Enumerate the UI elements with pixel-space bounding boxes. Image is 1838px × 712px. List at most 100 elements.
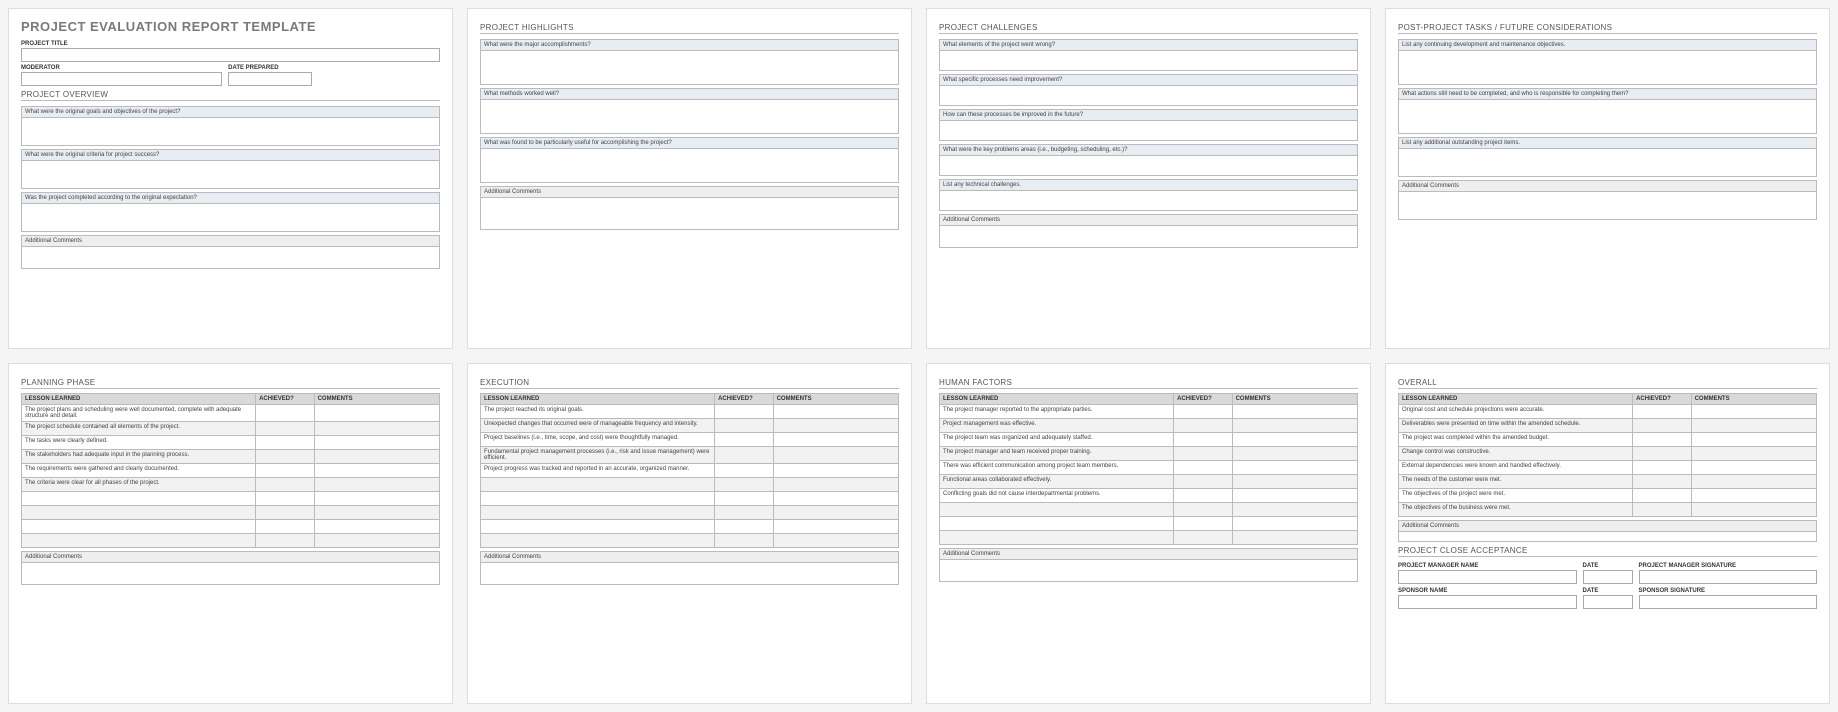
comments-cell[interactable] <box>773 433 898 447</box>
achieved-cell[interactable] <box>1633 489 1692 503</box>
achieved-cell[interactable] <box>256 478 315 492</box>
date-prepared-input[interactable] <box>228 72 312 86</box>
comments-cell[interactable] <box>773 405 898 419</box>
achieved-cell[interactable] <box>715 506 774 520</box>
achieved-cell[interactable] <box>715 520 774 534</box>
comments-cell[interactable] <box>1232 517 1357 531</box>
q-answer[interactable] <box>939 51 1358 71</box>
q-answer[interactable] <box>939 121 1358 141</box>
achieved-cell[interactable] <box>1174 489 1233 503</box>
comments-cell[interactable] <box>314 492 439 506</box>
achieved-cell[interactable] <box>256 436 315 450</box>
additional-comments-box[interactable] <box>21 247 440 269</box>
comments-cell[interactable] <box>1232 503 1357 517</box>
comments-cell[interactable] <box>773 464 898 478</box>
comments-cell[interactable] <box>1232 419 1357 433</box>
achieved-cell[interactable] <box>715 419 774 433</box>
comments-cell[interactable] <box>1232 531 1357 545</box>
comments-cell[interactable] <box>773 534 898 548</box>
achieved-cell[interactable] <box>715 405 774 419</box>
comments-cell[interactable] <box>314 506 439 520</box>
comments-cell[interactable] <box>773 478 898 492</box>
achieved-cell[interactable] <box>715 492 774 506</box>
comments-cell[interactable] <box>773 419 898 433</box>
achieved-cell[interactable] <box>256 464 315 478</box>
sponsor-sig-input[interactable] <box>1639 595 1818 609</box>
additional-comments-box[interactable] <box>1398 532 1817 542</box>
q-answer[interactable] <box>21 161 440 189</box>
q-answer[interactable] <box>1398 100 1817 134</box>
q-answer[interactable] <box>1398 51 1817 85</box>
q-answer[interactable] <box>939 191 1358 211</box>
additional-comments-box[interactable] <box>21 563 440 585</box>
comments-cell[interactable] <box>1232 461 1357 475</box>
achieved-cell[interactable] <box>1633 447 1692 461</box>
comments-cell[interactable] <box>1691 461 1816 475</box>
achieved-cell[interactable] <box>1174 461 1233 475</box>
comments-cell[interactable] <box>773 492 898 506</box>
q-answer[interactable] <box>480 100 899 134</box>
pm-sig-input[interactable] <box>1639 570 1818 584</box>
achieved-cell[interactable] <box>715 433 774 447</box>
comments-cell[interactable] <box>1232 433 1357 447</box>
achieved-cell[interactable] <box>1174 475 1233 489</box>
achieved-cell[interactable] <box>715 534 774 548</box>
comments-cell[interactable] <box>1691 503 1816 517</box>
comments-cell[interactable] <box>1691 447 1816 461</box>
achieved-cell[interactable] <box>1174 517 1233 531</box>
additional-comments-box[interactable] <box>480 198 899 230</box>
comments-cell[interactable] <box>1232 489 1357 503</box>
achieved-cell[interactable] <box>715 464 774 478</box>
q-answer[interactable] <box>939 156 1358 176</box>
achieved-cell[interactable] <box>1174 503 1233 517</box>
achieved-cell[interactable] <box>256 492 315 506</box>
comments-cell[interactable] <box>314 464 439 478</box>
comments-cell[interactable] <box>1691 419 1816 433</box>
additional-comments-box[interactable] <box>480 563 899 585</box>
comments-cell[interactable] <box>1691 475 1816 489</box>
achieved-cell[interactable] <box>1174 405 1233 419</box>
q-answer[interactable] <box>21 118 440 146</box>
achieved-cell[interactable] <box>1174 447 1233 461</box>
comments-cell[interactable] <box>314 534 439 548</box>
achieved-cell[interactable] <box>256 534 315 548</box>
sponsor-date-input[interactable] <box>1583 595 1633 609</box>
achieved-cell[interactable] <box>1174 531 1233 545</box>
achieved-cell[interactable] <box>1633 475 1692 489</box>
comments-cell[interactable] <box>1691 405 1816 419</box>
comments-cell[interactable] <box>773 447 898 464</box>
pm-date-input[interactable] <box>1583 570 1633 584</box>
achieved-cell[interactable] <box>1633 419 1692 433</box>
achieved-cell[interactable] <box>1174 433 1233 447</box>
achieved-cell[interactable] <box>1174 419 1233 433</box>
comments-cell[interactable] <box>314 405 439 422</box>
comments-cell[interactable] <box>1232 447 1357 461</box>
achieved-cell[interactable] <box>1633 461 1692 475</box>
additional-comments-box[interactable] <box>1398 192 1817 220</box>
achieved-cell[interactable] <box>715 447 774 464</box>
achieved-cell[interactable] <box>1633 503 1692 517</box>
comments-cell[interactable] <box>1691 433 1816 447</box>
comments-cell[interactable] <box>314 422 439 436</box>
achieved-cell[interactable] <box>256 520 315 534</box>
moderator-input[interactable] <box>21 72 222 86</box>
achieved-cell[interactable] <box>1633 433 1692 447</box>
comments-cell[interactable] <box>1232 405 1357 419</box>
project-title-input[interactable] <box>21 48 440 62</box>
comments-cell[interactable] <box>314 520 439 534</box>
sponsor-name-input[interactable] <box>1398 595 1577 609</box>
additional-comments-box[interactable] <box>939 560 1358 582</box>
pm-name-input[interactable] <box>1398 570 1577 584</box>
achieved-cell[interactable] <box>256 506 315 520</box>
comments-cell[interactable] <box>314 478 439 492</box>
comments-cell[interactable] <box>1232 475 1357 489</box>
achieved-cell[interactable] <box>256 450 315 464</box>
achieved-cell[interactable] <box>1633 405 1692 419</box>
comments-cell[interactable] <box>773 506 898 520</box>
comments-cell[interactable] <box>314 436 439 450</box>
q-answer[interactable] <box>480 51 899 85</box>
achieved-cell[interactable] <box>715 478 774 492</box>
achieved-cell[interactable] <box>256 422 315 436</box>
achieved-cell[interactable] <box>256 405 315 422</box>
additional-comments-box[interactable] <box>939 226 1358 248</box>
